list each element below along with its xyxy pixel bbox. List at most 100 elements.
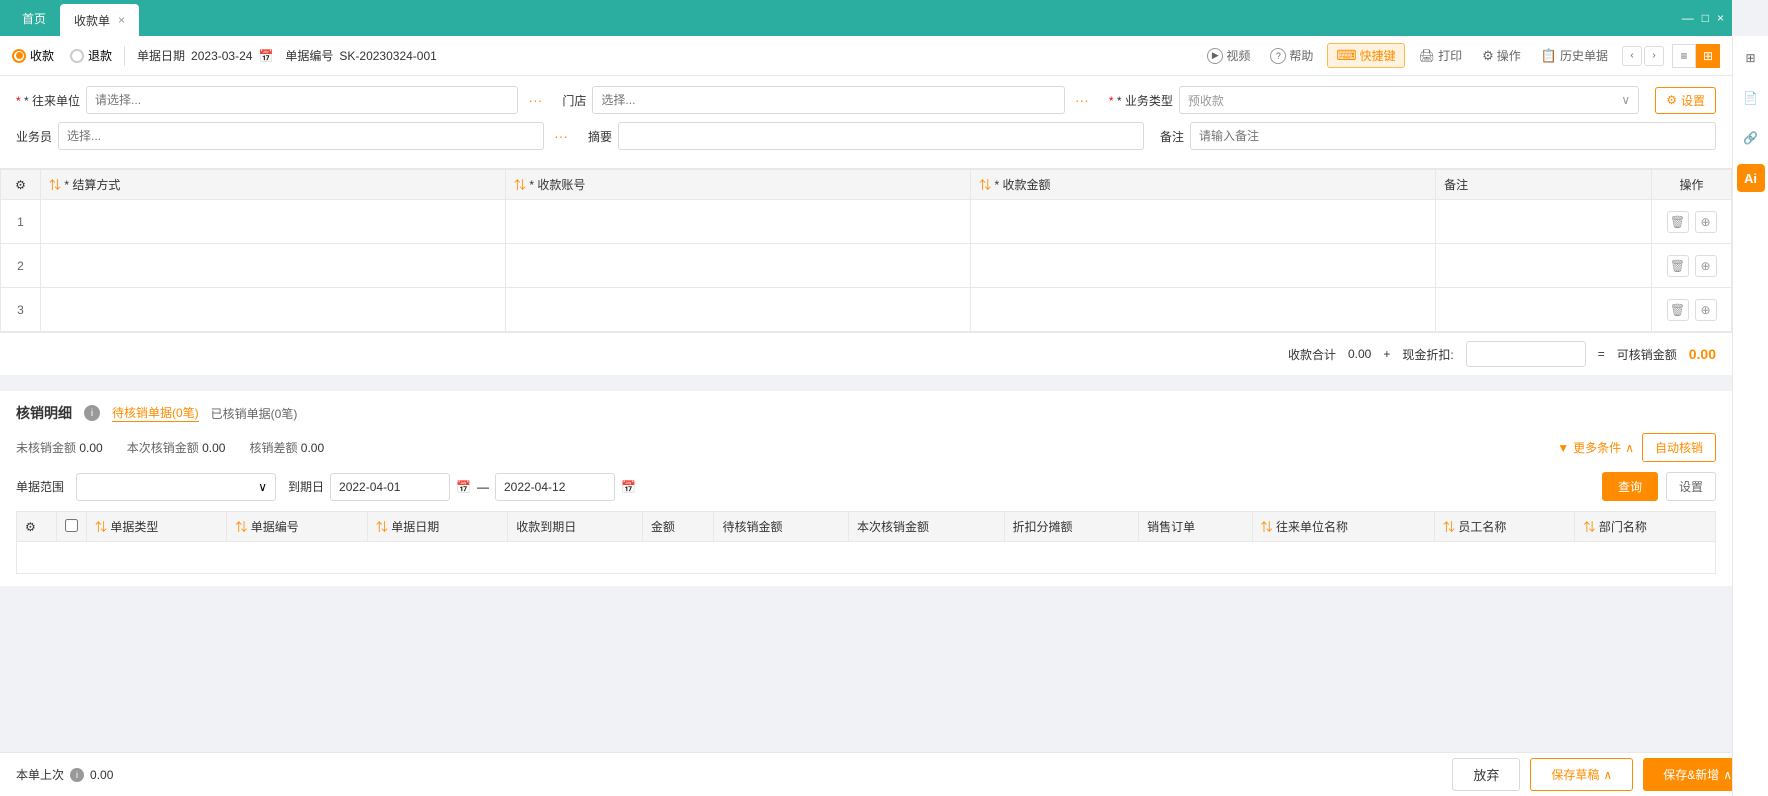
range-select[interactable]: ∨ xyxy=(76,473,276,501)
tab-current-label: 收款单 xyxy=(74,12,110,29)
query-btn[interactable]: 查询 xyxy=(1602,472,1658,501)
col-settings-2[interactable]: ⚙ xyxy=(17,512,57,542)
store-more-btn[interactable]: ··· xyxy=(1071,92,1093,108)
row-3-copy-icon[interactable]: ⊕ xyxy=(1695,299,1717,321)
draft-btn[interactable]: 保存草稿 ∧ xyxy=(1530,758,1633,791)
row-3-action: 🗑 ⊕ xyxy=(1652,288,1732,332)
help-btn[interactable]: ? 帮助 xyxy=(1264,44,1319,67)
verify-filters: 单据类型 单据范围 ∨ 到期日 📅 — 📅 查询 设置 xyxy=(16,472,1716,501)
verify-info-icon[interactable]: i xyxy=(84,405,100,421)
calendar-to-icon[interactable]: 📅 xyxy=(621,480,636,494)
row-1-settlement[interactable] xyxy=(41,200,506,244)
available-label: 可核销金额 xyxy=(1617,346,1677,363)
auto-verify-btn[interactable]: 自动核销 xyxy=(1642,433,1716,462)
date-to-input[interactable] xyxy=(495,473,615,501)
salesperson-input[interactable] xyxy=(58,122,544,150)
nav-prev[interactable]: ‹ xyxy=(1622,46,1642,66)
row-1-action: 🗑 ⊕ xyxy=(1652,200,1732,244)
row-2-account[interactable] xyxy=(506,244,971,288)
info-circle-icon[interactable]: i xyxy=(70,768,84,782)
business-type-select[interactable]: 预收款 ∨ xyxy=(1179,86,1639,114)
done-tab[interactable]: 已核销单据(0笔) xyxy=(211,405,298,422)
ai-icon: Ai xyxy=(1744,171,1757,186)
view-toggle: ≡ ⊞ xyxy=(1672,44,1720,68)
list-view-btn[interactable]: ≡ xyxy=(1672,44,1696,68)
pending-tab[interactable]: 待核销单据(0笔) xyxy=(112,404,199,422)
sidebar-icon-3[interactable]: 🔗 xyxy=(1737,124,1765,152)
row-3-account[interactable] xyxy=(506,288,971,332)
col-action-header: 操作 xyxy=(1652,170,1732,200)
tab-close-icon[interactable]: × xyxy=(118,13,125,27)
form-row-1: * 往来单位 ··· 门店 ··· * 业务类型 预收款 ∨ ⚙ 设置 xyxy=(16,86,1716,114)
col-checkbox[interactable] xyxy=(57,512,87,542)
row-2-copy-icon[interactable]: ⊕ xyxy=(1695,255,1717,277)
maximize-btn[interactable]: □ xyxy=(1702,11,1709,25)
store-input[interactable] xyxy=(592,86,1064,114)
operation-btn[interactable]: ⚙ 操作 xyxy=(1476,44,1527,67)
bottom-table: ⚙ ⇅ 单据类型 ⇅ 单据编号 xyxy=(16,511,1716,574)
row-2-remark[interactable] xyxy=(1436,244,1652,288)
operation-label: 操作 xyxy=(1497,47,1521,64)
business-type-value: 预收款 xyxy=(1188,92,1618,109)
nav-arrows: ‹ › xyxy=(1622,46,1664,66)
plus-sign: + xyxy=(1383,347,1390,361)
minimize-btn[interactable]: — xyxy=(1682,11,1694,25)
row-1-copy-icon[interactable]: ⊕ xyxy=(1695,211,1717,233)
date-value: 2023-03-24 xyxy=(191,49,252,63)
summary-input[interactable] xyxy=(618,122,1144,150)
row-1-remark[interactable] xyxy=(1436,200,1652,244)
refund-radio[interactable]: 退款 xyxy=(70,47,112,64)
table-icon: ⊞ xyxy=(1745,51,1755,65)
shortcut-btn[interactable]: ⌨ 快捷键 xyxy=(1327,43,1404,68)
business-type-label: * 业务类型 xyxy=(1109,92,1173,109)
tab-home-label: 首页 xyxy=(22,10,46,27)
row-1-account[interactable] xyxy=(506,200,971,244)
counterpart-input[interactable] xyxy=(86,86,518,114)
abandon-btn[interactable]: 放弃 xyxy=(1452,758,1520,791)
row-3-settlement[interactable] xyxy=(41,288,506,332)
counterpart-more-btn[interactable]: ··· xyxy=(524,92,546,108)
verify-settings-btn[interactable]: 设置 xyxy=(1666,472,1716,501)
verify-stats: 未核销金额 0.00 本次核销金额 0.00 核销差额 0.00 ▼ 更多条件 … xyxy=(16,433,1716,462)
salesperson-more-btn[interactable]: ··· xyxy=(550,128,572,144)
settings-button[interactable]: ⚙ 设置 xyxy=(1655,87,1716,114)
help-label: 帮助 xyxy=(1289,47,1313,64)
row-3-amount[interactable] xyxy=(971,288,1436,332)
tab-current[interactable]: 收款单 × xyxy=(60,4,139,36)
due-date-field: 到期日 📅 — 📅 xyxy=(288,473,636,501)
receipt-radio[interactable]: 收款 xyxy=(12,47,54,64)
close-btn[interactable]: × xyxy=(1717,11,1724,25)
col-employee-header: ⇅ 员工名称 xyxy=(1435,512,1575,542)
more-conditions-btn[interactable]: ▼ 更多条件 ∧ xyxy=(1557,439,1634,456)
video-btn[interactable]: ▶ 视频 xyxy=(1201,44,1256,67)
grid-view-btn[interactable]: ⊞ xyxy=(1696,44,1720,68)
nav-next[interactable]: › xyxy=(1644,46,1664,66)
calendar-from-icon[interactable]: 📅 xyxy=(456,480,471,494)
remark-input[interactable] xyxy=(1190,122,1716,150)
row-3-delete-icon[interactable]: 🗑 xyxy=(1667,299,1689,321)
row-2-delete-icon[interactable]: 🗑 xyxy=(1667,255,1689,277)
business-type-arrow: ∨ xyxy=(1621,93,1630,107)
sidebar-icon-1[interactable]: ⊞ xyxy=(1737,44,1765,72)
row-2-amount[interactable] xyxy=(971,244,1436,288)
business-type-field: * 业务类型 预收款 ∨ xyxy=(1109,86,1639,114)
col-remark-header: 备注 xyxy=(1436,170,1652,200)
form-row-2: 业务员 ··· 摘要 备注 xyxy=(16,122,1716,150)
row-1-amount[interactable] xyxy=(971,200,1436,244)
col-settings-header[interactable]: ⚙ xyxy=(1,170,41,200)
remark-field: 备注 xyxy=(1160,122,1716,150)
section-divider xyxy=(0,375,1732,383)
history-btn[interactable]: 📋 历史单据 xyxy=(1535,44,1614,67)
row-1-delete-icon[interactable]: 🗑 xyxy=(1667,211,1689,233)
history-label: 历史单据 xyxy=(1560,47,1608,64)
sidebar-icon-ai[interactable]: Ai xyxy=(1737,164,1765,192)
sidebar-icon-2[interactable]: 📄 xyxy=(1737,84,1765,112)
print-btn[interactable]: 🖨 打印 xyxy=(1413,44,1469,67)
date-from-input[interactable] xyxy=(330,473,450,501)
tab-home[interactable]: 首页 xyxy=(8,0,60,36)
row-2-settlement[interactable] xyxy=(41,244,506,288)
discount-input[interactable] xyxy=(1466,341,1586,367)
row-3-remark[interactable] xyxy=(1436,288,1652,332)
select-all-checkbox[interactable] xyxy=(65,519,78,532)
calendar-icon[interactable]: 📅 xyxy=(258,49,273,63)
